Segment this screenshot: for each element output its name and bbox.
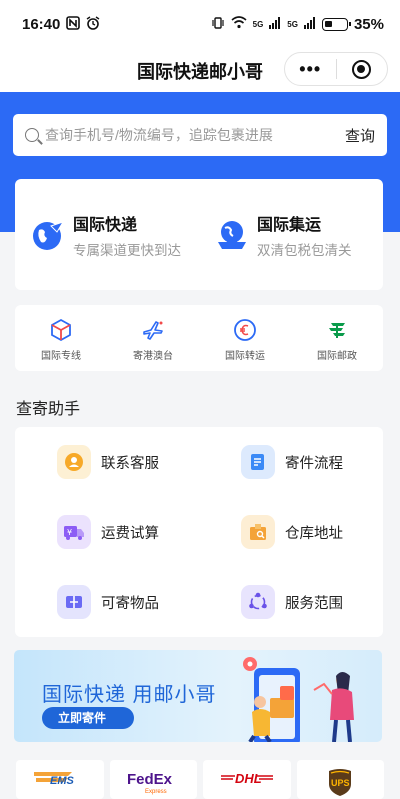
quick-links: 国际专线 寄港澳台 国际转运 国际邮政 [15, 305, 383, 371]
signal-5g-b: 5G [287, 19, 298, 29]
close-button[interactable] [336, 59, 387, 79]
nav-bar: 国际快递邮小哥 ••• [0, 48, 400, 92]
euro-icon [234, 319, 256, 341]
dhl-logo: DHL [216, 768, 277, 790]
carrier-logos: EMS FedEx Express DHL UPS [16, 760, 384, 799]
status-time: 16:40 [22, 15, 61, 33]
ems-text: EMS [50, 775, 75, 787]
warehouse-icon [241, 515, 275, 549]
service-subtitle: 专属渠道更快到达 [73, 242, 181, 258]
customer-service-icon [57, 445, 91, 479]
status-left: 16:40 [22, 16, 100, 33]
globe-plane-icon [33, 220, 65, 250]
helper-shipping-process[interactable]: 寄件流程 [199, 427, 383, 497]
fedex-subtext: Express [145, 789, 167, 795]
promo-banner[interactable]: 国际快递 用邮小哥 立即寄件 [14, 650, 382, 742]
helper-contact-service[interactable]: 联系客服 [15, 427, 199, 497]
miniprogram-capsule: ••• [284, 52, 388, 86]
service-international-express[interactable]: 国际快递 专属渠道更快到达 [15, 211, 199, 259]
banner-illustration [243, 657, 354, 742]
helper-label: 寄件流程 [285, 455, 343, 472]
helper-service-scope[interactable]: 服务范围 [199, 567, 383, 637]
ship-now-button[interactable]: 立即寄件 [42, 707, 134, 729]
fedex-text: FedEx [127, 771, 173, 788]
more-button[interactable]: ••• [285, 53, 336, 85]
quick-link-label: 国际转运 [225, 351, 265, 362]
search-bar: 查询 [13, 114, 387, 156]
helper-label: 仓库地址 [285, 525, 343, 542]
globe-ship-icon [218, 220, 246, 249]
package-icon [57, 585, 91, 619]
battery-percent: 35% [353, 15, 384, 33]
carrier-ups[interactable]: UPS [296, 760, 384, 799]
search-input[interactable] [45, 127, 345, 143]
helper-label: 服务范围 [285, 595, 343, 612]
service-title: 国际集运 [257, 216, 322, 234]
quick-link-label: 国际邮政 [317, 351, 357, 362]
close-target-icon [352, 59, 372, 79]
status-bar: 16:40 5G 5G 35% [0, 0, 400, 48]
carrier-fedex[interactable]: FedEx Express [109, 760, 197, 799]
quick-link-label: 寄港澳台 [133, 351, 173, 362]
svg-text:FedEx: FedEx [127, 771, 173, 788]
ups-text: UPS [331, 778, 350, 788]
helper-label: 运费试算 [101, 525, 159, 542]
helper-label: 联系客服 [101, 455, 159, 472]
quick-link-label: 国际专线 [41, 351, 81, 362]
carrier-ems[interactable]: EMS [16, 760, 104, 799]
airplane-icon [143, 321, 163, 340]
section-title: 查寄助手 [16, 401, 81, 418]
search-button[interactable]: 查询 [345, 125, 375, 146]
service-card: 国际快递 专属渠道更快到达 国际集运 双清包税包清关 [15, 179, 383, 290]
helper-grid: 联系客服 寄件流程 ¥ 运费试算 仓库地址 可寄物品 服务范围 [15, 427, 383, 637]
svg-text:¥: ¥ [67, 528, 72, 537]
status-right: 5G 5G 35% [211, 16, 384, 33]
signal-icon-2 [303, 16, 316, 32]
carrier-dhl[interactable]: DHL [203, 760, 291, 799]
truck-price-icon: ¥ [57, 515, 91, 549]
search-icon [25, 128, 39, 142]
quick-link-hk-mo-tw[interactable]: 寄港澳台 [107, 305, 199, 371]
helper-allowed-items[interactable]: 可寄物品 [15, 567, 199, 637]
quick-link-transship[interactable]: 国际转运 [199, 305, 291, 371]
service-subtitle: 双清包税包清关 [257, 242, 352, 258]
china-post-icon [329, 323, 345, 338]
wifi-icon [231, 16, 247, 32]
ups-logo: UPS [329, 769, 352, 796]
ems-logo: EMS [33, 772, 75, 787]
service-title: 国际快递 [73, 216, 138, 234]
dhl-text: DHL [235, 771, 262, 786]
helper-label: 可寄物品 [101, 595, 159, 612]
box-icon [51, 318, 71, 342]
vibrate-icon [211, 16, 225, 33]
service-consolidation[interactable]: 国际集运 双清包税包清关 [199, 211, 383, 259]
document-icon [241, 445, 275, 479]
network-icon [241, 585, 275, 619]
nfc-icon [66, 15, 81, 33]
helper-freight-calc[interactable]: ¥ 运费试算 [15, 497, 199, 567]
quick-link-dedicated-line[interactable]: 国际专线 [15, 305, 107, 371]
alarm-icon [86, 15, 100, 33]
battery-icon [321, 17, 351, 31]
signal-icon [269, 16, 281, 32]
fedex-logo: FedEx Express [127, 771, 173, 795]
helper-warehouse-address[interactable]: 仓库地址 [199, 497, 383, 567]
signal-5g-a: 5G [252, 19, 264, 29]
banner-text: 国际快递 用邮小哥 [42, 684, 217, 706]
quick-link-intl-post[interactable]: 国际邮政 [291, 305, 383, 371]
